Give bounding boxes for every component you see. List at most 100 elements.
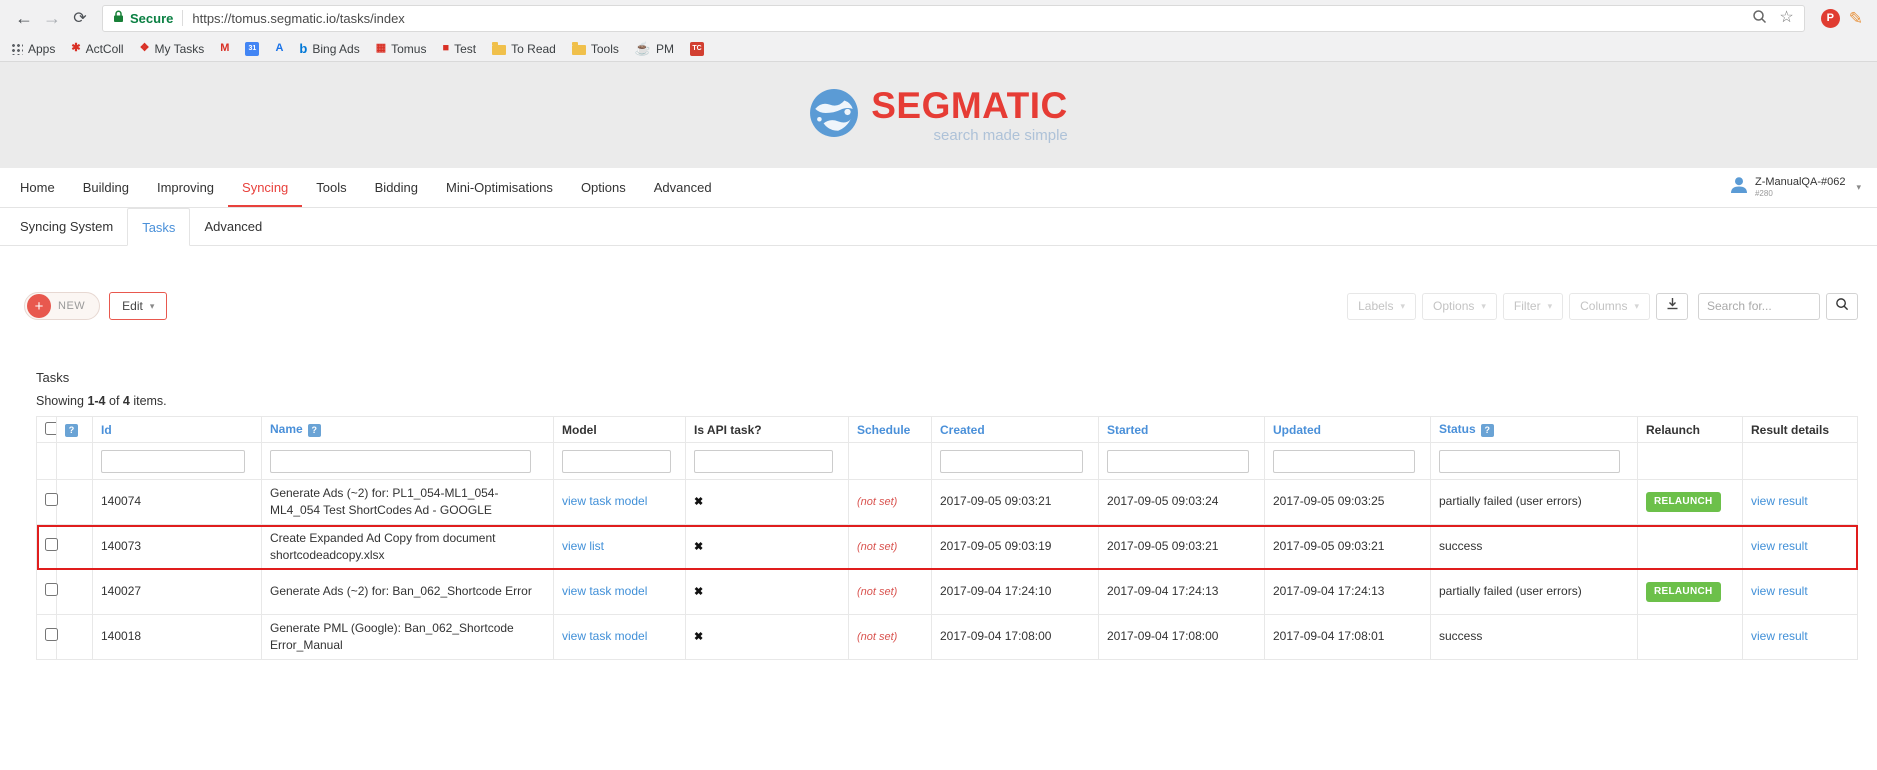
nav-item-syncing[interactable]: Syncing [228,168,302,207]
task-schedule-cell: (not set) [848,569,932,615]
view-result-link[interactable]: view result [1751,629,1808,643]
results-summary: Showing 1-4 of 4 items. [36,394,1858,408]
labels-button-label: Labels [1358,299,1394,313]
subnav-item-advanced[interactable]: Advanced [190,208,276,245]
user-avatar-icon [1729,175,1749,200]
view-result-link[interactable]: view result [1751,584,1808,598]
sort-started-link[interactable]: Started [1107,423,1148,437]
bing-icon: b [299,41,308,56]
nav-item-home[interactable]: Home [6,168,69,207]
help-icon[interactable]: ? [1480,423,1494,437]
columns-button[interactable]: Columns ▾ [1569,292,1650,320]
help-icon[interactable]: ? [307,423,321,437]
bookmark-label: Tools [590,41,619,56]
view-list-link[interactable]: view list [562,539,604,553]
help-icon[interactable]: ? [65,423,78,437]
sort-id-link[interactable]: Id [101,423,112,437]
bookmark-test[interactable]: ■ Test [442,42,476,56]
labels-button[interactable]: Labels ▾ [1347,292,1417,320]
secure-label: Secure [130,10,174,26]
filter-started-input[interactable] [1107,449,1249,473]
relaunch-button[interactable]: RELAUNCH [1646,581,1721,603]
subnav-item-tasks[interactable]: Tasks [127,208,191,246]
user-menu[interactable]: Z-ManualQA-#062 #280 ▾ [1729,168,1861,207]
task-id: 140074 [92,479,262,525]
sort-created-link[interactable]: Created [940,423,985,437]
search-icon [1835,297,1849,316]
column-header-started: Started [1098,416,1265,443]
row-checkbox[interactable] [45,627,58,641]
view-task-model-link[interactable]: view task model [562,629,647,643]
filter-name-input[interactable] [270,449,532,473]
task-model-cell: view task model [553,614,686,660]
row-checkbox[interactable] [45,492,58,506]
sort-schedule-link[interactable]: Schedule [857,423,910,437]
filter-status-input[interactable] [1439,449,1620,473]
bookmark-pm[interactable]: ☕ PM [635,42,674,56]
bookmark-analytics[interactable]: A [275,43,283,54]
task-id: 140027 [92,569,262,615]
bookmark-tc[interactable]: TC [690,41,705,56]
bookmark-to-read[interactable]: To Read [492,41,556,56]
bookmark-label: Bing Ads [312,41,360,56]
search-input[interactable] [1698,292,1820,320]
column-header-updated: Updated [1264,416,1431,443]
bookmark-actcoll[interactable]: ✱ ActColl [71,42,123,56]
row-checkbox[interactable] [45,537,58,551]
filter-created-cell [931,442,1099,480]
row-checkbox[interactable] [45,582,58,596]
task-model-cell: view task model [553,479,686,525]
bookmark-my-tasks[interactable]: ❖ My Tasks [140,42,205,56]
bookmark-tools[interactable]: Tools [571,41,619,56]
nav-item-bidding[interactable]: Bidding [361,168,432,207]
filter-updated-input[interactable] [1273,449,1415,473]
address-bar[interactable]: Secure https://tomus.segmatic.io/tasks/i… [102,4,1805,32]
task-started: 2017-09-05 09:03:24 [1098,479,1265,525]
view-result-link[interactable]: view result [1751,494,1808,508]
extension-p-icon[interactable]: P [1820,8,1840,28]
new-button[interactable]: + NEW [24,292,101,320]
relaunch-button[interactable]: RELAUNCH [1646,491,1721,513]
view-result-link[interactable]: view result [1751,539,1808,553]
bookmark-bing-ads[interactable]: b Bing Ads [299,42,359,56]
nav-item-options[interactable]: Options [567,168,640,207]
nav-item-improving[interactable]: Improving [143,168,228,207]
back-button[interactable]: ← [10,4,38,32]
filter-is-api-input[interactable] [694,449,833,473]
select-all-checkbox[interactable] [45,421,56,435]
bookmark-tomus[interactable]: ▦ Tomus [376,42,427,56]
edit-button[interactable]: Edit ▾ [109,292,168,320]
filter-button[interactable]: Filter ▾ [1502,292,1564,320]
subnav-item-syncing-system[interactable]: Syncing System [6,208,127,245]
nav-item-building[interactable]: Building [69,168,143,207]
filter-created-input[interactable] [940,449,1083,473]
options-button[interactable]: Options ▾ [1422,292,1497,320]
reload-button[interactable]: ⟳ [66,4,94,32]
view-task-model-link[interactable]: view task model [562,494,647,508]
nav-item-tools[interactable]: Tools [302,168,360,207]
task-updated: 2017-09-04 17:24:13 [1264,569,1431,615]
export-button[interactable] [1656,292,1688,320]
bookmark-star-icon[interactable]: ☆ [1779,10,1793,26]
bookmark-gmail[interactable]: M [220,43,229,54]
sort-name-link[interactable]: Name [270,422,303,436]
sort-updated-link[interactable]: Updated [1273,423,1321,437]
plus-icon: + [27,294,51,318]
filter-id-input[interactable] [101,449,246,473]
search-button[interactable] [1826,292,1858,320]
forward-button[interactable]: → [38,4,66,32]
nav-item-advanced[interactable]: Advanced [640,168,726,207]
bookmark-apps[interactable]: Apps [10,42,55,56]
sub-nav: Syncing System Tasks Advanced [0,208,1877,246]
sort-status-link[interactable]: Status [1439,422,1476,436]
task-is-api-cell: ✖ [685,479,849,525]
task-status: partially failed (user errors) [1430,479,1638,525]
bookmark-label: To Read [511,41,556,56]
zoom-icon[interactable] [1752,9,1767,27]
view-task-model-link[interactable]: view task model [562,584,647,598]
extension-pencil-icon[interactable]: ✎ [1849,10,1863,27]
task-created: 2017-09-04 17:08:00 [931,614,1099,660]
nav-item-mini-optimisations[interactable]: Mini-Optimisations [432,168,567,207]
bookmark-calendar[interactable]: 31 [245,41,260,56]
filter-model-input[interactable] [562,449,672,473]
